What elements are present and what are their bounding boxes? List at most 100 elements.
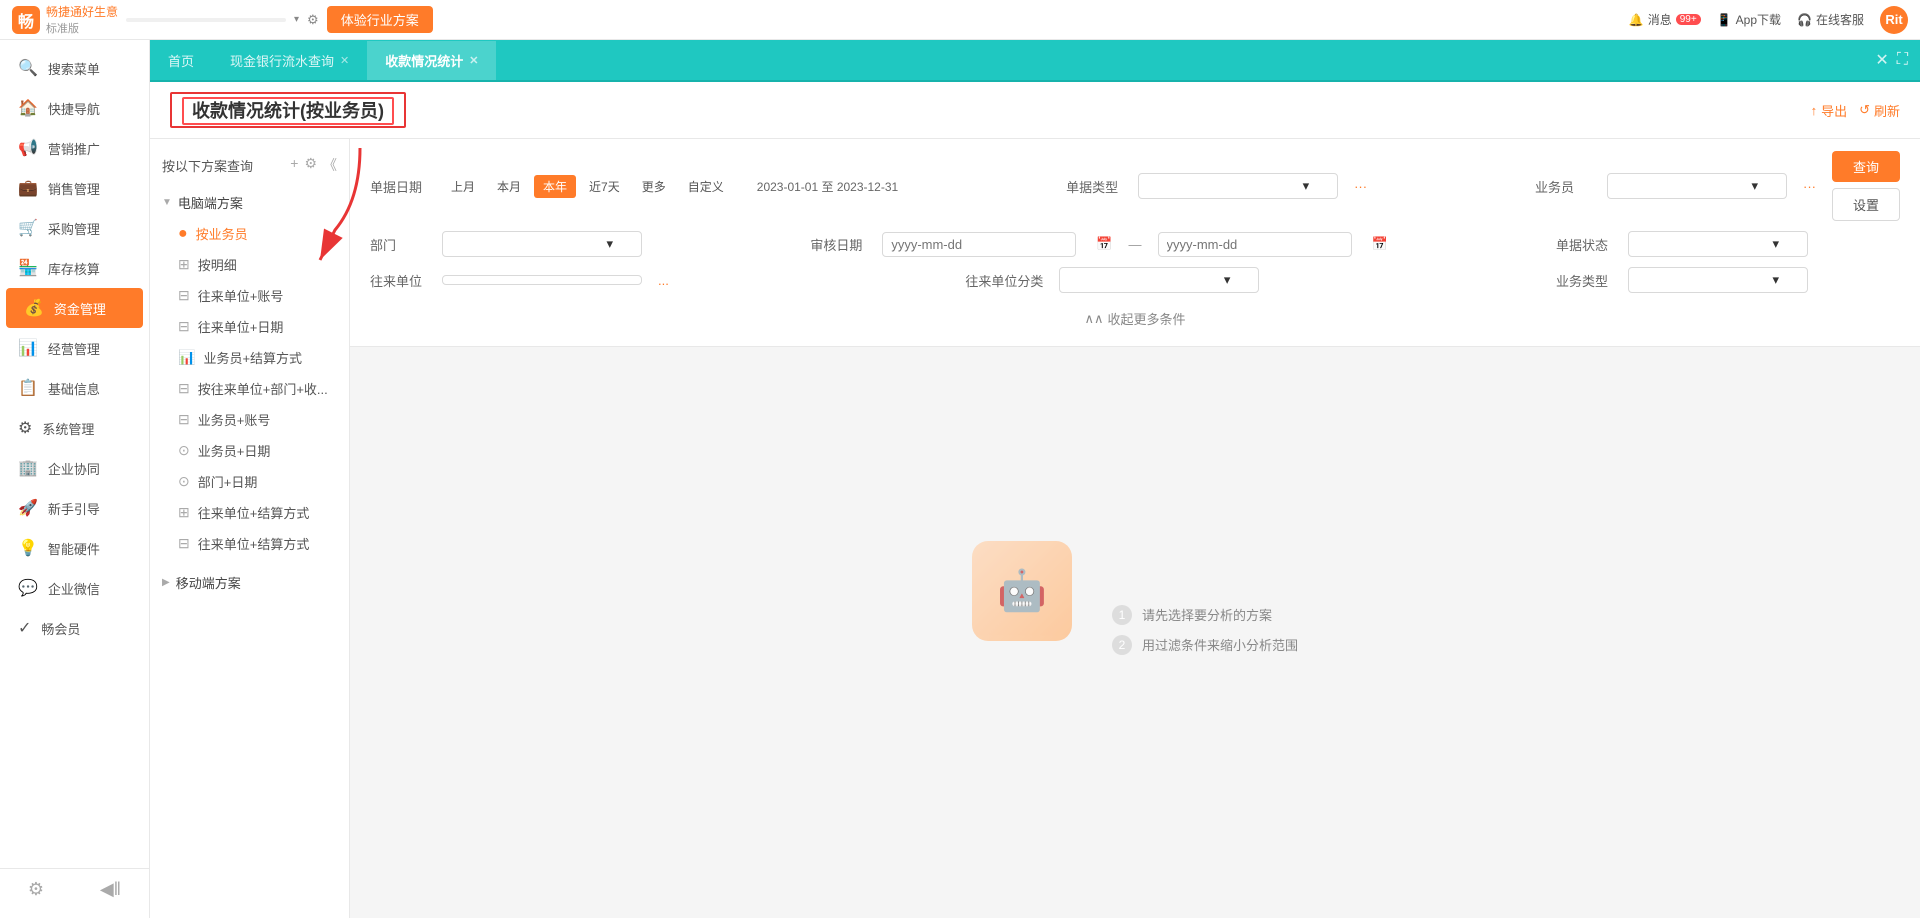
collapse-filter-button[interactable]: ∧∧ 收起更多条件 <box>370 303 1900 334</box>
sidebar-item-operations[interactable]: 📊 经营管理 <box>0 328 149 368</box>
calendar-from-icon[interactable]: 📅 <box>1096 236 1112 252</box>
step-2-num: 2 <box>1112 635 1132 655</box>
sidebar-guide-label: 新手引导 <box>48 499 100 518</box>
guide-icon: 🚀 <box>18 498 38 518</box>
logo-area: 畅 畅捷通好生意 标准版 <box>12 3 118 36</box>
online-service-area[interactable]: 🎧 在线客服 <box>1797 11 1864 28</box>
scheme-salesman-account-label: 业务员+账号 <box>198 410 271 429</box>
workspace-inner: 按以下方案查询 + ⚙ 《 ▼ 电脑端方案 ● 按业务员 <box>150 139 1920 918</box>
scheme-item-counterpart-dept[interactable]: ⊟ 按往来单位+部门+收... <box>150 373 349 404</box>
edition-tag: 标准版 <box>46 20 118 36</box>
date-tab-custom[interactable]: 自定义 <box>679 175 733 198</box>
scheme-item-counterpart-account[interactable]: ⊟ 往来单位+账号 <box>150 280 349 311</box>
app-download-label: App下载 <box>1736 11 1781 28</box>
scheme-item-counterpart-date[interactable]: ⊟ 往来单位+日期 <box>150 311 349 342</box>
search-icon: 🔍 <box>18 58 38 78</box>
counterpart-select[interactable] <box>442 275 642 285</box>
tab-bank[interactable]: 现金银行流水查询 ✕ <box>212 41 367 80</box>
user-avatar[interactable]: Rit <box>1880 6 1908 34</box>
settings-icon[interactable]: ⚙ <box>307 12 319 28</box>
counterpart-more-icon[interactable]: ... <box>658 273 669 288</box>
scheme-collapse-button[interactable]: 《 <box>323 155 337 175</box>
set-button[interactable]: 设置 <box>1832 188 1900 221</box>
scheme-item-by-detail[interactable]: ⊞ 按明细 <box>150 249 349 280</box>
date-tab-more[interactable]: 更多 <box>633 175 675 198</box>
scheme-salesman-date-label: 业务员+日期 <box>198 441 271 460</box>
sidebar-item-purchase[interactable]: 🛒 采购管理 <box>0 208 149 248</box>
sidebar-item-member[interactable]: ✓ 畅会员 <box>0 608 149 648</box>
date-tab-this-year[interactable]: 本年 <box>534 175 576 198</box>
salesman-more-icon[interactable]: ··· <box>1803 179 1816 194</box>
sidebar-item-wechat[interactable]: 💬 企业微信 <box>0 568 149 608</box>
tab-home[interactable]: 首页 <box>150 41 212 80</box>
scheme-group-mobile-title[interactable]: ▶ 移动端方案 <box>150 567 349 598</box>
dept-label: 部门 <box>370 235 426 254</box>
counterpart-category-select[interactable]: ▾ <box>1059 267 1259 293</box>
voucher-type-select[interactable]: ▾ <box>1138 173 1338 199</box>
scheme-item-counterpart-settlement2[interactable]: ⊟ 往来单位+结算方式 <box>150 528 349 559</box>
salesman-select[interactable]: ▾ <box>1607 173 1787 199</box>
collapse-sidebar-icon[interactable]: ◀‖ <box>100 879 121 900</box>
query-button[interactable]: 查询 <box>1832 151 1900 182</box>
export-icon: ↑ <box>1811 103 1818 118</box>
app-download-area[interactable]: 📱 App下载 <box>1717 11 1781 28</box>
page-header: 收款情况统计(按业务员) ↑ 导出 ↺ 刷新 <box>150 82 1920 139</box>
scheme-item-salesman-date[interactable]: ⊙ 业务员+日期 <box>150 435 349 466</box>
sidebar-item-finance[interactable]: 💰 资金管理 <box>6 288 143 328</box>
sidebar-item-base[interactable]: 📋 基础信息 <box>0 368 149 408</box>
scheme-counterpart-account-label: 往来单位+账号 <box>198 286 284 305</box>
sidebar-bottom: ⚙ ◀‖ <box>0 868 149 910</box>
breadcrumb-dropdown-icon[interactable]: ▾ <box>294 14 299 25</box>
scheme-add-button[interactable]: + <box>290 155 298 175</box>
voucher-type-more-icon[interactable]: ··· <box>1354 179 1367 194</box>
sidebar-operations-label: 经营管理 <box>48 339 100 358</box>
salesman-date-icon: ⊙ <box>178 442 190 459</box>
biz-type-select[interactable]: ▾ <box>1628 267 1808 293</box>
sidebar-item-sales[interactable]: 💼 销售管理 <box>0 168 149 208</box>
tab-collection[interactable]: 收款情况统计 ✕ <box>367 41 496 80</box>
mobile-group-label: 移动端方案 <box>176 573 241 592</box>
voucher-status-select[interactable]: ▾ <box>1628 231 1808 257</box>
sidebar-item-hardware[interactable]: 💡 智能硬件 <box>0 528 149 568</box>
sidebar-item-enterprise[interactable]: 🏢 企业协同 <box>0 448 149 488</box>
system-icon: ⚙ <box>18 418 32 438</box>
notification-area[interactable]: 🔔 消息 99+ <box>1629 11 1701 28</box>
calendar-to-icon[interactable]: 📅 <box>1372 236 1388 252</box>
dept-select[interactable]: ▾ <box>442 231 642 257</box>
scheme-settings-button[interactable]: ⚙ <box>304 155 317 175</box>
scheme-item-salesman-account[interactable]: ⊟ 业务员+账号 <box>150 404 349 435</box>
scheme-counterpart-settlement2-label: 往来单位+结算方式 <box>198 534 310 553</box>
filter-row-3: 往来单位 ... 往来单位分类 ▾ 业务类型 <box>370 267 1900 293</box>
step-1-num: 1 <box>1112 605 1132 625</box>
date-tab-7days[interactable]: 近7天 <box>580 175 629 198</box>
collection-tab-close-icon[interactable]: ✕ <box>469 54 478 67</box>
sidebar: 🔍 搜索菜单 🏠 快捷导航 📢 营销推广 💼 销售管理 🛒 采购管理 🏪 库存核… <box>0 40 150 918</box>
settings-bottom-icon[interactable]: ⚙ <box>28 879 44 900</box>
sidebar-item-nav[interactable]: 🏠 快捷导航 <box>0 88 149 128</box>
date-tab-this-month[interactable]: 本月 <box>488 175 530 198</box>
scheme-title: 按以下方案查询 <box>162 156 253 175</box>
date-tab-last-month[interactable]: 上月 <box>442 175 484 198</box>
sidebar-item-marketing[interactable]: 📢 营销推广 <box>0 128 149 168</box>
inventory-icon: 🏪 <box>18 258 38 278</box>
scheme-item-dept-date[interactable]: ⊙ 部门+日期 <box>150 466 349 497</box>
sidebar-item-system[interactable]: ⚙ 系统管理 <box>0 408 149 448</box>
scheme-item-salesman-settlement[interactable]: 📊 业务员+结算方式 <box>150 342 349 373</box>
sidebar-item-search[interactable]: 🔍 搜索菜单 <box>0 48 149 88</box>
tab-maximize-icon[interactable]: ⛶ <box>1897 51 1908 69</box>
scheme-item-counterpart-settlement1[interactable]: ⊞ 往来单位+结算方式 <box>150 497 349 528</box>
sidebar-item-inventory[interactable]: 🏪 库存核算 <box>0 248 149 288</box>
trial-button[interactable]: 体验行业方案 <box>327 6 433 33</box>
bank-tab-close-icon[interactable]: ✕ <box>340 54 349 67</box>
scheme-group-desktop-title[interactable]: ▼ 电脑端方案 <box>150 187 349 218</box>
page-actions: ↑ 导出 ↺ 刷新 <box>1811 101 1900 120</box>
tab-close-all-icon[interactable]: ✕ <box>1875 50 1888 70</box>
review-date-to-input[interactable] <box>1158 232 1352 257</box>
sidebar-item-guide[interactable]: 🚀 新手引导 <box>0 488 149 528</box>
export-button[interactable]: ↑ 导出 <box>1811 101 1848 120</box>
enterprise-icon: 🏢 <box>18 458 38 478</box>
review-date-from-input[interactable] <box>882 232 1076 257</box>
refresh-button[interactable]: ↺ 刷新 <box>1859 101 1900 120</box>
empty-step-2: 2 用过滤条件来缩小分析范围 <box>1112 635 1298 655</box>
scheme-item-by-salesman[interactable]: ● 按业务员 <box>150 218 349 249</box>
